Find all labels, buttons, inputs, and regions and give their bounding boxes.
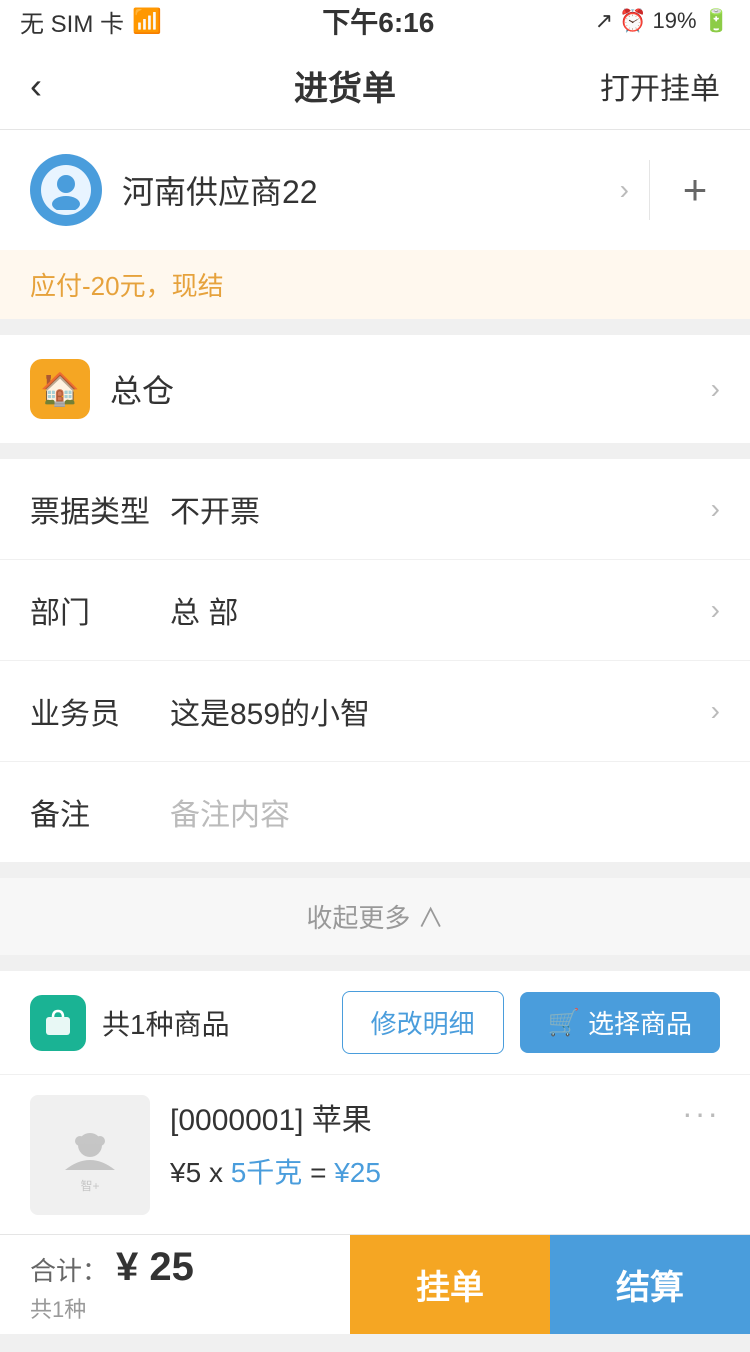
product-total: ¥25 [334, 1157, 381, 1188]
notice-bar: 应付-20元，现结 [0, 250, 750, 319]
bottom-bar: 合计： ¥ 25 共1种 挂单 结算 [0, 1234, 750, 1334]
product-header: 共1种商品 修改明细 🛒 选择商品 [0, 971, 750, 1075]
total-amount: ¥ 25 [116, 1245, 194, 1290]
remark-label: 备注 [30, 790, 170, 834]
remark-placeholder: 备注内容 [170, 790, 720, 834]
select-product-label: 选择商品 [588, 1004, 692, 1041]
battery-icon: 🔋 [703, 8, 730, 34]
invoice-label: 票据类型 [30, 487, 170, 531]
product-name: [0000001] 苹果 [170, 1095, 662, 1139]
total-section: 合计： ¥ 25 共1种 [0, 1235, 350, 1334]
price-unit: ¥5 [170, 1157, 201, 1188]
department-label: 部门 [30, 588, 170, 632]
status-bar: 无 SIM 卡 📶 下午6:16 ↗ ⏰ 19% 🔋 [0, 0, 750, 42]
salesman-row[interactable]: 业务员 这是859的小智 › [0, 661, 750, 762]
avatar-inner [41, 165, 91, 215]
warehouse-icon: 🏠 [30, 359, 90, 419]
department-value: 总 部 [170, 588, 711, 632]
alarm-icon: ⏰ [619, 8, 646, 34]
divider [649, 160, 650, 220]
supplier-avatar [30, 154, 102, 226]
warehouse-name: 总仓 [110, 366, 711, 412]
invoice-row[interactable]: 票据类型 不开票 › [0, 459, 750, 560]
back-button[interactable]: ‹ [30, 65, 90, 107]
total-count: 共1种 [30, 1292, 320, 1324]
price-separator: x [209, 1157, 231, 1188]
battery-text: 19% [653, 8, 697, 34]
collapse-bar[interactable]: 收起更多 ∧ [0, 878, 750, 955]
salesman-value: 这是859的小智 [170, 689, 711, 733]
page-title: 进货单 [294, 61, 396, 110]
price-equals: = [310, 1157, 334, 1188]
product-thumb-icon: 智+ [50, 1115, 130, 1195]
location-icon: ↗ [595, 8, 613, 34]
form-section: 票据类型 不开票 › 部门 总 部 › 业务员 这是859的小智 › 备注 备注… [0, 459, 750, 862]
invoice-chevron-icon: › [711, 493, 720, 525]
suspend-button[interactable]: 挂单 [350, 1235, 550, 1334]
open-suspend-button[interactable]: 打开挂单 [600, 64, 720, 108]
wifi-icon: 📶 [132, 7, 162, 36]
select-product-button[interactable]: 🛒 选择商品 [520, 992, 720, 1053]
status-bar-right: ↗ ⏰ 19% 🔋 [595, 8, 730, 34]
product-count-icon [30, 995, 86, 1051]
supplier-chevron-icon: › [620, 174, 629, 206]
signal-text: 无 SIM 卡 [20, 4, 124, 39]
invoice-value: 不开票 [170, 487, 711, 531]
cart-icon: 🛒 [548, 1007, 580, 1038]
remark-row[interactable]: 备注 备注内容 [0, 762, 750, 862]
product-qty: 5千克 [231, 1157, 303, 1188]
status-bar-left: 无 SIM 卡 📶 [20, 4, 162, 39]
status-bar-time: 下午6:16 [322, 1, 434, 41]
product-info: [0000001] 苹果 ¥5 x 5千克 = ¥25 [170, 1095, 662, 1191]
add-supplier-button[interactable]: + [670, 166, 720, 214]
supplier-name: 河南供应商22 [122, 167, 620, 213]
warehouse-section[interactable]: 🏠 总仓 › [0, 335, 750, 443]
department-row[interactable]: 部门 总 部 › [0, 560, 750, 661]
bag-icon [42, 1007, 74, 1039]
total-label: 合计： [30, 1251, 108, 1288]
product-thumbnail: 智+ [30, 1095, 150, 1215]
edit-detail-button[interactable]: 修改明细 [342, 991, 504, 1054]
salesman-chevron-icon: › [711, 695, 720, 727]
user-icon [46, 170, 86, 210]
total-row: 合计： ¥ 25 [30, 1245, 320, 1290]
svg-text:智+: 智+ [80, 1178, 99, 1193]
more-options-button[interactable]: ··· [682, 1095, 720, 1132]
department-chevron-icon: › [711, 594, 720, 626]
supplier-section: 河南供应商22 › + [0, 130, 750, 250]
nav-bar: ‹ 进货单 打开挂单 [0, 42, 750, 130]
product-section: 共1种商品 修改明细 🛒 选择商品 智+ [0000001] 苹果 [0, 971, 750, 1236]
product-count-text: 共1种商品 [102, 1003, 342, 1043]
product-item: 智+ [0000001] 苹果 ¥5 x 5千克 = ¥25 ··· [0, 1075, 750, 1236]
checkout-button[interactable]: 结算 [550, 1235, 750, 1334]
warehouse-chevron-icon: › [711, 373, 720, 405]
main-content: 河南供应商22 › + 应付-20元，现结 🏠 总仓 › 票据类型 不开票 › … [0, 130, 750, 1352]
salesman-label: 业务员 [30, 689, 170, 733]
supplier-row[interactable]: 河南供应商22 › + [0, 130, 750, 250]
product-price: ¥5 x 5千克 = ¥25 [170, 1151, 662, 1191]
